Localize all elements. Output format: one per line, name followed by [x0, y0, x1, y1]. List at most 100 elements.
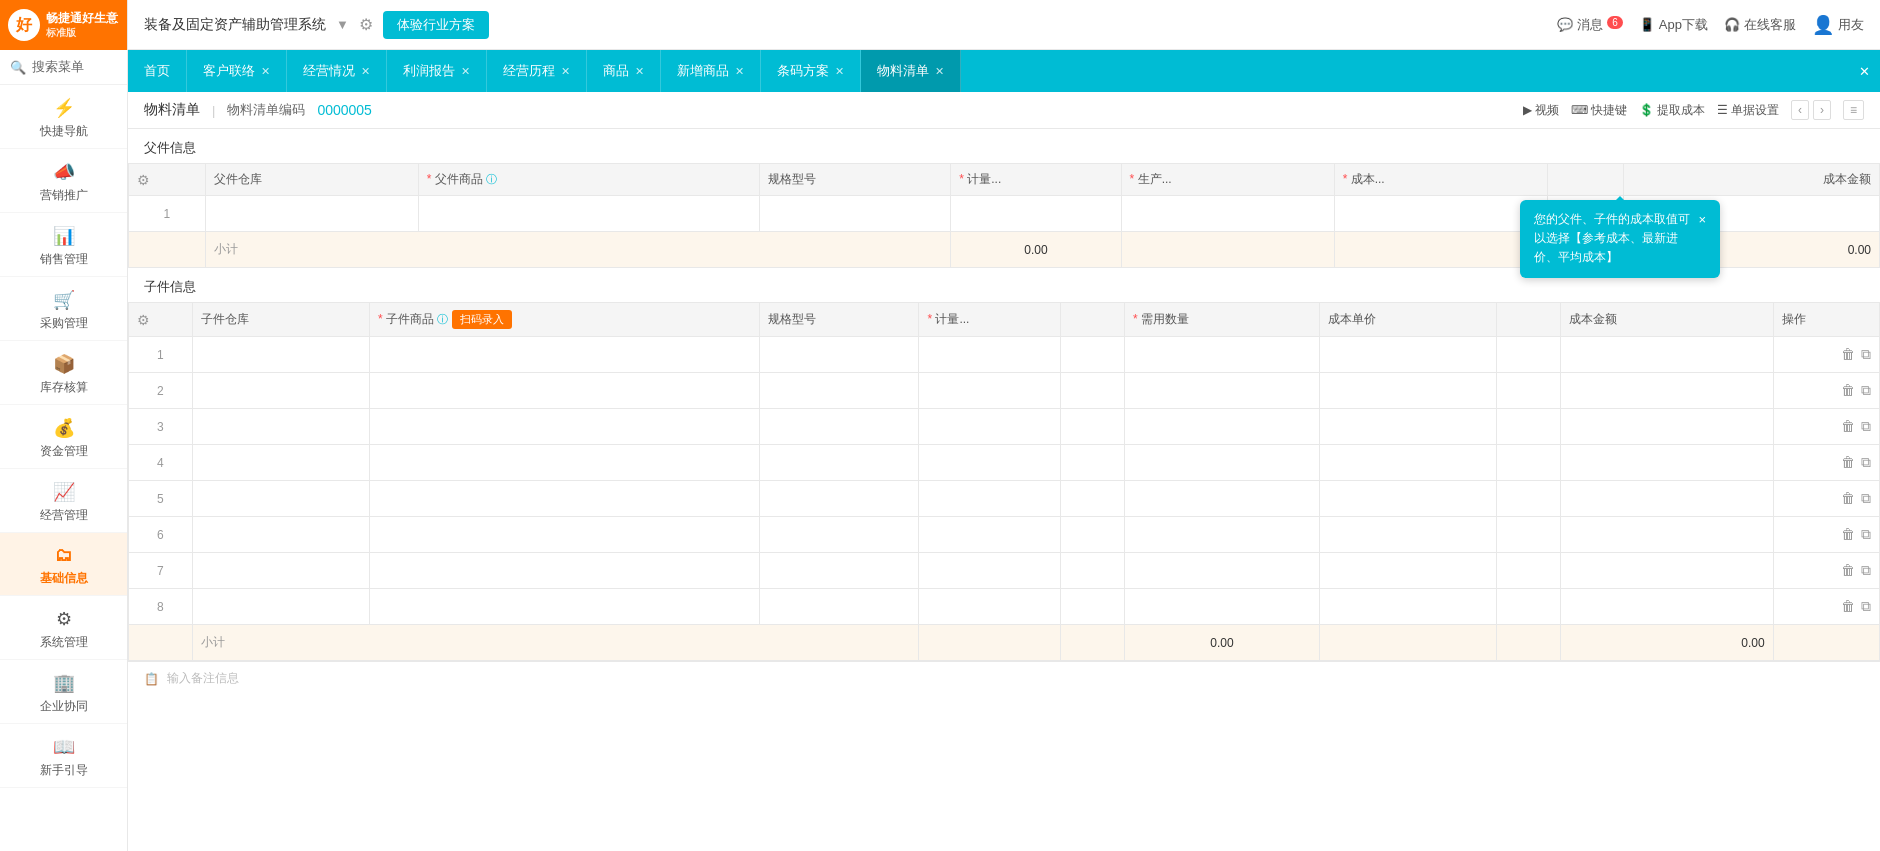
- tab-customer-close[interactable]: ✕: [261, 65, 270, 78]
- copy-icon-5[interactable]: ⧉: [1861, 490, 1871, 507]
- tab-bom-close[interactable]: ✕: [935, 65, 944, 78]
- next-arrow[interactable]: ›: [1813, 100, 1831, 120]
- child-cell-unit-1[interactable]: [919, 337, 1061, 373]
- child-cell-needed-6[interactable]: [1124, 517, 1319, 553]
- child-cell-spec-6[interactable]: [759, 517, 919, 553]
- parent-cell-cost[interactable]: [1334, 196, 1547, 232]
- child-cell-unitcost-8[interactable]: [1319, 589, 1496, 625]
- online-service-button[interactable]: 🎧 在线客服: [1724, 16, 1796, 34]
- child-cell-product-1[interactable]: [370, 337, 760, 373]
- app-download-button[interactable]: 📱 App下载: [1639, 16, 1708, 34]
- sidebar-search[interactable]: 🔍 搜索菜单: [0, 50, 127, 85]
- settings-button[interactable]: ☰ 单据设置: [1717, 102, 1779, 119]
- child-cell-needed-2[interactable]: [1124, 373, 1319, 409]
- list-view-icon[interactable]: ≡: [1843, 100, 1864, 120]
- child-cell-warehouse-3[interactable]: [192, 409, 369, 445]
- child-cell-needed-8[interactable]: [1124, 589, 1319, 625]
- sidebar-item-kucun[interactable]: 📦 库存核算: [0, 341, 127, 405]
- prev-arrow[interactable]: ‹: [1791, 100, 1809, 120]
- copy-icon-2[interactable]: ⧉: [1861, 382, 1871, 399]
- sidebar-item-qiye[interactable]: 🏢 企业协同: [0, 660, 127, 724]
- child-cell-spec-1[interactable]: [759, 337, 919, 373]
- child-cell-warehouse-1[interactable]: [192, 337, 369, 373]
- child-cell-product-3[interactable]: [370, 409, 760, 445]
- child-cell-unitcost-7[interactable]: [1319, 553, 1496, 589]
- parent-cell-unit[interactable]: [951, 196, 1121, 232]
- dropdown-icon[interactable]: ▼: [336, 17, 349, 32]
- child-cell-unitcost-1[interactable]: [1319, 337, 1496, 373]
- child-cell-warehouse-5[interactable]: [192, 481, 369, 517]
- copy-icon-3[interactable]: ⧉: [1861, 418, 1871, 435]
- parent-cell-warehouse[interactable]: [205, 196, 418, 232]
- child-cell-needed-5[interactable]: [1124, 481, 1319, 517]
- child-cell-spec-8[interactable]: [759, 589, 919, 625]
- delete-icon-7[interactable]: 🗑: [1841, 562, 1855, 579]
- tab-new-product-close[interactable]: ✕: [735, 65, 744, 78]
- child-cell-unit-3[interactable]: [919, 409, 1061, 445]
- tab-bom[interactable]: 物料清单 ✕: [861, 50, 961, 92]
- child-cell-unitcost-5[interactable]: [1319, 481, 1496, 517]
- scan-input-button[interactable]: 扫码录入: [452, 310, 512, 329]
- child-cell-unit-6[interactable]: [919, 517, 1061, 553]
- sidebar-item-caigou[interactable]: 🛒 采购管理: [0, 277, 127, 341]
- child-cell-unitcost-3[interactable]: [1319, 409, 1496, 445]
- tab-product-close[interactable]: ✕: [635, 65, 644, 78]
- child-cell-unit-2[interactable]: [919, 373, 1061, 409]
- child-cell-spec-3[interactable]: [759, 409, 919, 445]
- sidebar-item-kuaijie[interactable]: ⚡ 快捷导航: [0, 85, 127, 149]
- child-cell-needed-1[interactable]: [1124, 337, 1319, 373]
- delete-icon-6[interactable]: 🗑: [1841, 526, 1855, 543]
- child-cell-spec-5[interactable]: [759, 481, 919, 517]
- tab-profit-close[interactable]: ✕: [461, 65, 470, 78]
- tab-profit[interactable]: 利润报告 ✕: [387, 50, 487, 92]
- child-cell-product-7[interactable]: [370, 553, 760, 589]
- tab-home[interactable]: 首页: [128, 50, 187, 92]
- copy-icon-6[interactable]: ⧉: [1861, 526, 1871, 543]
- delete-icon-8[interactable]: 🗑: [1841, 598, 1855, 615]
- sidebar-item-xinshou[interactable]: 📖 新手引导: [0, 724, 127, 788]
- child-cell-unitcost-2[interactable]: [1319, 373, 1496, 409]
- child-cell-spec-4[interactable]: [759, 445, 919, 481]
- sidebar-item-xiaoshou[interactable]: 📊 销售管理: [0, 213, 127, 277]
- child-cell-warehouse-7[interactable]: [192, 553, 369, 589]
- tab-history-close[interactable]: ✕: [561, 65, 570, 78]
- child-cell-unitcost-4[interactable]: [1319, 445, 1496, 481]
- child-cell-needed-3[interactable]: [1124, 409, 1319, 445]
- child-gear-icon[interactable]: ⚙: [137, 312, 150, 328]
- sidebar-item-jingying[interactable]: 📈 经营管理: [0, 469, 127, 533]
- child-cell-warehouse-6[interactable]: [192, 517, 369, 553]
- child-cell-needed-7[interactable]: [1124, 553, 1319, 589]
- copy-icon-7[interactable]: ⧉: [1861, 562, 1871, 579]
- child-cell-spec-7[interactable]: [759, 553, 919, 589]
- delete-icon-5[interactable]: 🗑: [1841, 490, 1855, 507]
- delete-icon-3[interactable]: 🗑: [1841, 418, 1855, 435]
- parent-cell-product[interactable]: [418, 196, 759, 232]
- cost-button[interactable]: 💲 提取成本: [1639, 102, 1705, 119]
- sidebar-item-jichu[interactable]: 🗂 基础信息: [0, 533, 127, 596]
- child-cell-spec-2[interactable]: [759, 373, 919, 409]
- child-cell-unitcost-6[interactable]: [1319, 517, 1496, 553]
- tab-operation-close[interactable]: ✕: [361, 65, 370, 78]
- delete-icon-1[interactable]: 🗑: [1841, 346, 1855, 363]
- video-button[interactable]: ▶ 视频: [1523, 102, 1559, 119]
- child-cell-warehouse-8[interactable]: [192, 589, 369, 625]
- child-cell-unit-4[interactable]: [919, 445, 1061, 481]
- child-cell-warehouse-2[interactable]: [192, 373, 369, 409]
- parent-cell-spec[interactable]: [759, 196, 951, 232]
- tooltip-close-button[interactable]: ×: [1698, 210, 1706, 231]
- copy-icon-1[interactable]: ⧉: [1861, 346, 1871, 363]
- tab-operation[interactable]: 经营情况 ✕: [287, 50, 387, 92]
- parent-gear-icon[interactable]: ⚙: [137, 172, 150, 188]
- child-cell-unit-8[interactable]: [919, 589, 1061, 625]
- tab-new-product[interactable]: 新增商品 ✕: [661, 50, 761, 92]
- delete-icon-2[interactable]: 🗑: [1841, 382, 1855, 399]
- trial-button[interactable]: 体验行业方案: [383, 11, 489, 39]
- copy-icon-4[interactable]: ⧉: [1861, 454, 1871, 471]
- copy-icon-8[interactable]: ⧉: [1861, 598, 1871, 615]
- shortcut-button[interactable]: ⌨ 快捷键: [1571, 102, 1627, 119]
- parent-cell-prod[interactable]: [1121, 196, 1334, 232]
- tab-history[interactable]: 经营历程 ✕: [487, 50, 587, 92]
- sidebar-item-xitong[interactable]: ⚙ 系统管理: [0, 596, 127, 660]
- child-cell-unit-5[interactable]: [919, 481, 1061, 517]
- bottom-text[interactable]: 输入备注信息: [167, 670, 1864, 687]
